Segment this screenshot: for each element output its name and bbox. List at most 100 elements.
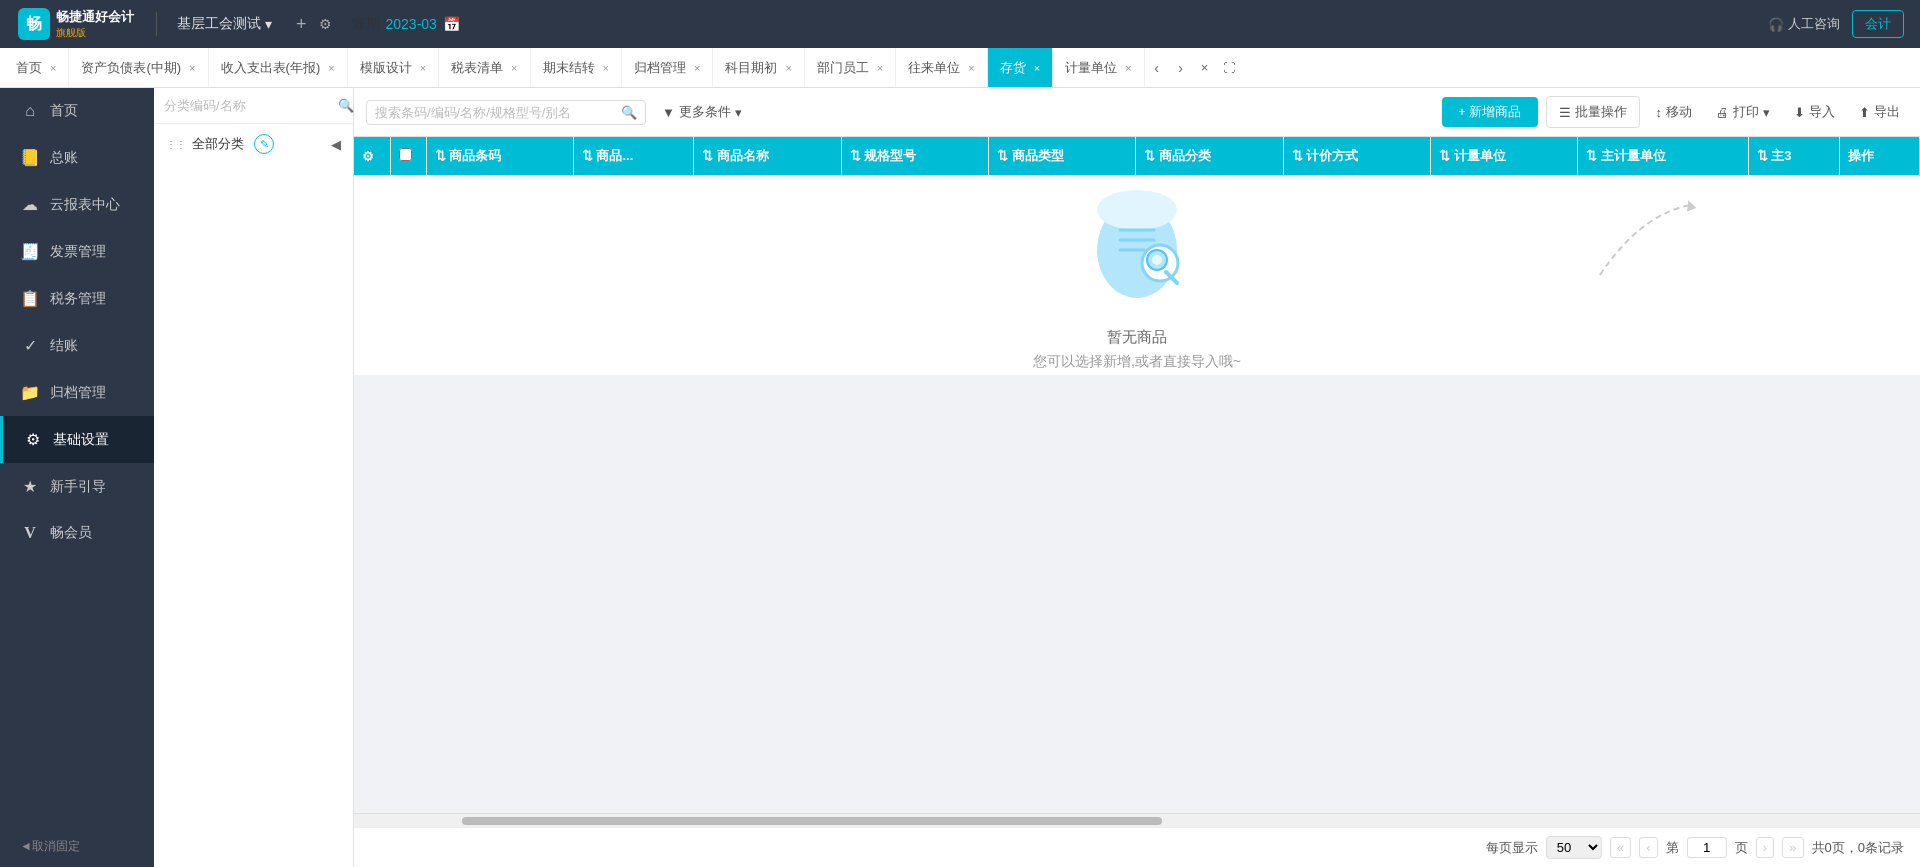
left-panel: 🔍 ⋮⋮ 全部分类 ✎ ◀ — [154, 88, 354, 867]
period-badge: 账期 2023-03 📅 — [352, 15, 460, 33]
empty-illustration — [1072, 175, 1202, 308]
tab-close-all-btn[interactable]: × — [1193, 48, 1217, 88]
sidebar-label-tax: 税务管理 — [50, 290, 106, 308]
move-btn[interactable]: ↕ 移动 — [1648, 99, 1701, 125]
tab-close-department[interactable]: × — [877, 62, 883, 74]
tab-close-archive[interactable]: × — [694, 62, 700, 74]
category-edit-icon[interactable]: ✎ — [254, 134, 274, 154]
unpin-label: ◄取消固定 — [20, 838, 80, 855]
tab-unit[interactable]: 计量单位 × — [1053, 48, 1144, 88]
export-btn[interactable]: ⬆ 导出 — [1851, 99, 1908, 125]
category-all[interactable]: ⋮⋮ 全部分类 ✎ ◀ — [154, 124, 353, 164]
category-search-btn[interactable]: 🔍 — [338, 98, 354, 113]
calendar-icon[interactable]: 📅 — [443, 16, 460, 32]
unpin-btn[interactable]: ◄取消固定 — [0, 826, 154, 867]
page-label: 第 — [1666, 839, 1679, 857]
account-btn[interactable]: 会计 — [1852, 10, 1904, 38]
tab-close-income[interactable]: × — [328, 62, 334, 74]
import-btn[interactable]: ⬇ 导入 — [1786, 99, 1843, 125]
sidebar-item-guide[interactable]: ★ 新手引导 — [0, 463, 154, 510]
guide-icon: ★ — [20, 477, 40, 496]
table-gear-icon: ⚙ — [362, 149, 374, 164]
sidebar-item-ledger[interactable]: 📒 总账 — [0, 134, 154, 181]
tab-close-home[interactable]: × — [50, 62, 56, 74]
tab-subjectinitial[interactable]: 科目期初 × — [713, 48, 804, 88]
tab-taxclear[interactable]: 税表清单 × — [439, 48, 530, 88]
tab-archive[interactable]: 归档管理 × — [622, 48, 713, 88]
tax-icon: 📋 — [20, 289, 40, 308]
tab-income[interactable]: 收入支出表(年报) × — [209, 48, 348, 88]
last-page-btn[interactable]: » — [1782, 837, 1803, 858]
home-icon: ⌂ — [20, 102, 40, 120]
horizontal-scrollbar[interactable] — [354, 813, 1920, 827]
tab-expand-btn[interactable]: ⛶ — [1217, 48, 1241, 88]
sidebar-label-settings: 基础设置 — [53, 431, 109, 449]
scroll-thumb[interactable] — [462, 817, 1162, 825]
sidebar-item-member[interactable]: V 畅会员 — [0, 510, 154, 556]
right-main: 🔍 ▼ 更多条件 ▾ + 新增商品 ☰ 批量操作 ↕ 移动 — [354, 88, 1920, 867]
tab-inventory[interactable]: 存货 × — [988, 48, 1053, 88]
tab-close-counterpart[interactable]: × — [968, 62, 974, 74]
add-product-btn[interactable]: + 新增商品 — [1442, 97, 1537, 127]
th-barcode: ⇅ 商品条码 — [426, 137, 573, 175]
header-actions: 🎧 人工咨询 会计 — [1768, 10, 1904, 38]
category-search-input[interactable] — [164, 98, 332, 113]
tab-close-template[interactable]: × — [420, 62, 426, 74]
tab-next-btn[interactable]: › — [1169, 48, 1193, 88]
th-unit: ⇅ 计量单位 — [1430, 137, 1577, 175]
settings-icon: ⚙ — [23, 430, 43, 449]
print-btn[interactable]: 🖨 打印 ▾ — [1708, 99, 1778, 125]
category-all-label: 全部分类 — [192, 135, 244, 153]
company-selector[interactable]: 基层工会测试 ▾ — [177, 15, 272, 33]
product-search-input[interactable] — [375, 105, 615, 120]
more-filter-btn[interactable]: ▼ 更多条件 ▾ — [654, 99, 750, 125]
empty-state: 暂无商品 您可以选择新增,或者直接导入哦~ — [354, 175, 1920, 375]
add-btn[interactable]: + — [296, 14, 307, 35]
sidebar-label-home: 首页 — [50, 102, 78, 120]
search-box: 🔍 — [366, 100, 646, 125]
settings-btn[interactable]: ⚙ — [319, 16, 332, 32]
tab-close-taxclear[interactable]: × — [511, 62, 517, 74]
sidebar-item-settings[interactable]: ⚙ 基础设置 — [0, 416, 154, 463]
prev-page-btn[interactable]: ‹ — [1639, 837, 1657, 858]
category-collapse-icon[interactable]: ◀ — [331, 137, 341, 152]
page-input[interactable] — [1687, 837, 1727, 858]
sidebar-item-invoice[interactable]: 🧾 发票管理 — [0, 228, 154, 275]
tab-close-balance[interactable]: × — [189, 62, 195, 74]
consult-icon: 🎧 — [1768, 17, 1784, 32]
tab-close-periodend[interactable]: × — [603, 62, 609, 74]
sidebar-item-tax[interactable]: 📋 税务管理 — [0, 275, 154, 322]
batch-op-btn[interactable]: ☰ 批量操作 — [1546, 96, 1640, 128]
svg-point-9 — [1152, 255, 1162, 265]
th-actions: 操作 — [1840, 137, 1920, 175]
next-page-btn[interactable]: › — [1756, 837, 1774, 858]
first-page-btn[interactable]: « — [1610, 837, 1631, 858]
sidebar-label-ledger: 总账 — [50, 149, 78, 167]
per-page-select[interactable]: 50 100 200 — [1546, 836, 1602, 859]
tab-counterpart[interactable]: 往来单位 × — [896, 48, 987, 88]
tab-template[interactable]: 模版设计 × — [348, 48, 439, 88]
th-checkbox[interactable] — [390, 137, 426, 175]
tab-prev-btn[interactable]: ‹ — [1145, 48, 1169, 88]
sidebar-item-home[interactable]: ⌂ 首页 — [0, 88, 154, 134]
tab-home[interactable]: 首页 × — [4, 48, 69, 88]
tab-periodend[interactable]: 期末结转 × — [531, 48, 622, 88]
search-submit-icon[interactable]: 🔍 — [621, 105, 637, 120]
tab-department[interactable]: 部门员工 × — [805, 48, 896, 88]
th-gear[interactable]: ⚙ — [354, 137, 390, 175]
export-icon: ⬆ — [1859, 105, 1870, 120]
per-page-label: 每页显示 — [1486, 839, 1538, 857]
tab-close-subjectinitial[interactable]: × — [785, 62, 791, 74]
empty-title: 暂无商品 — [1107, 328, 1167, 347]
sidebar-item-report[interactable]: ☁ 云报表中心 — [0, 181, 154, 228]
product-table-container: ⚙ ⇅ 商品条码 ⇅ 商品... ⇅ — [354, 137, 1920, 813]
tab-close-inventory[interactable]: × — [1034, 62, 1040, 74]
select-all-checkbox[interactable] — [399, 148, 412, 161]
tab-close-unit[interactable]: × — [1125, 62, 1131, 74]
consult-btn[interactable]: 🎧 人工咨询 — [1768, 15, 1840, 33]
sidebar-label-member: 畅会员 — [50, 524, 92, 542]
th-code: ⇅ 商品... — [573, 137, 694, 175]
sidebar-item-close[interactable]: ✓ 结账 — [0, 322, 154, 369]
sidebar-item-archivemgmt[interactable]: 📁 归档管理 — [0, 369, 154, 416]
tab-balance[interactable]: 资产负债表(中期) × — [69, 48, 208, 88]
